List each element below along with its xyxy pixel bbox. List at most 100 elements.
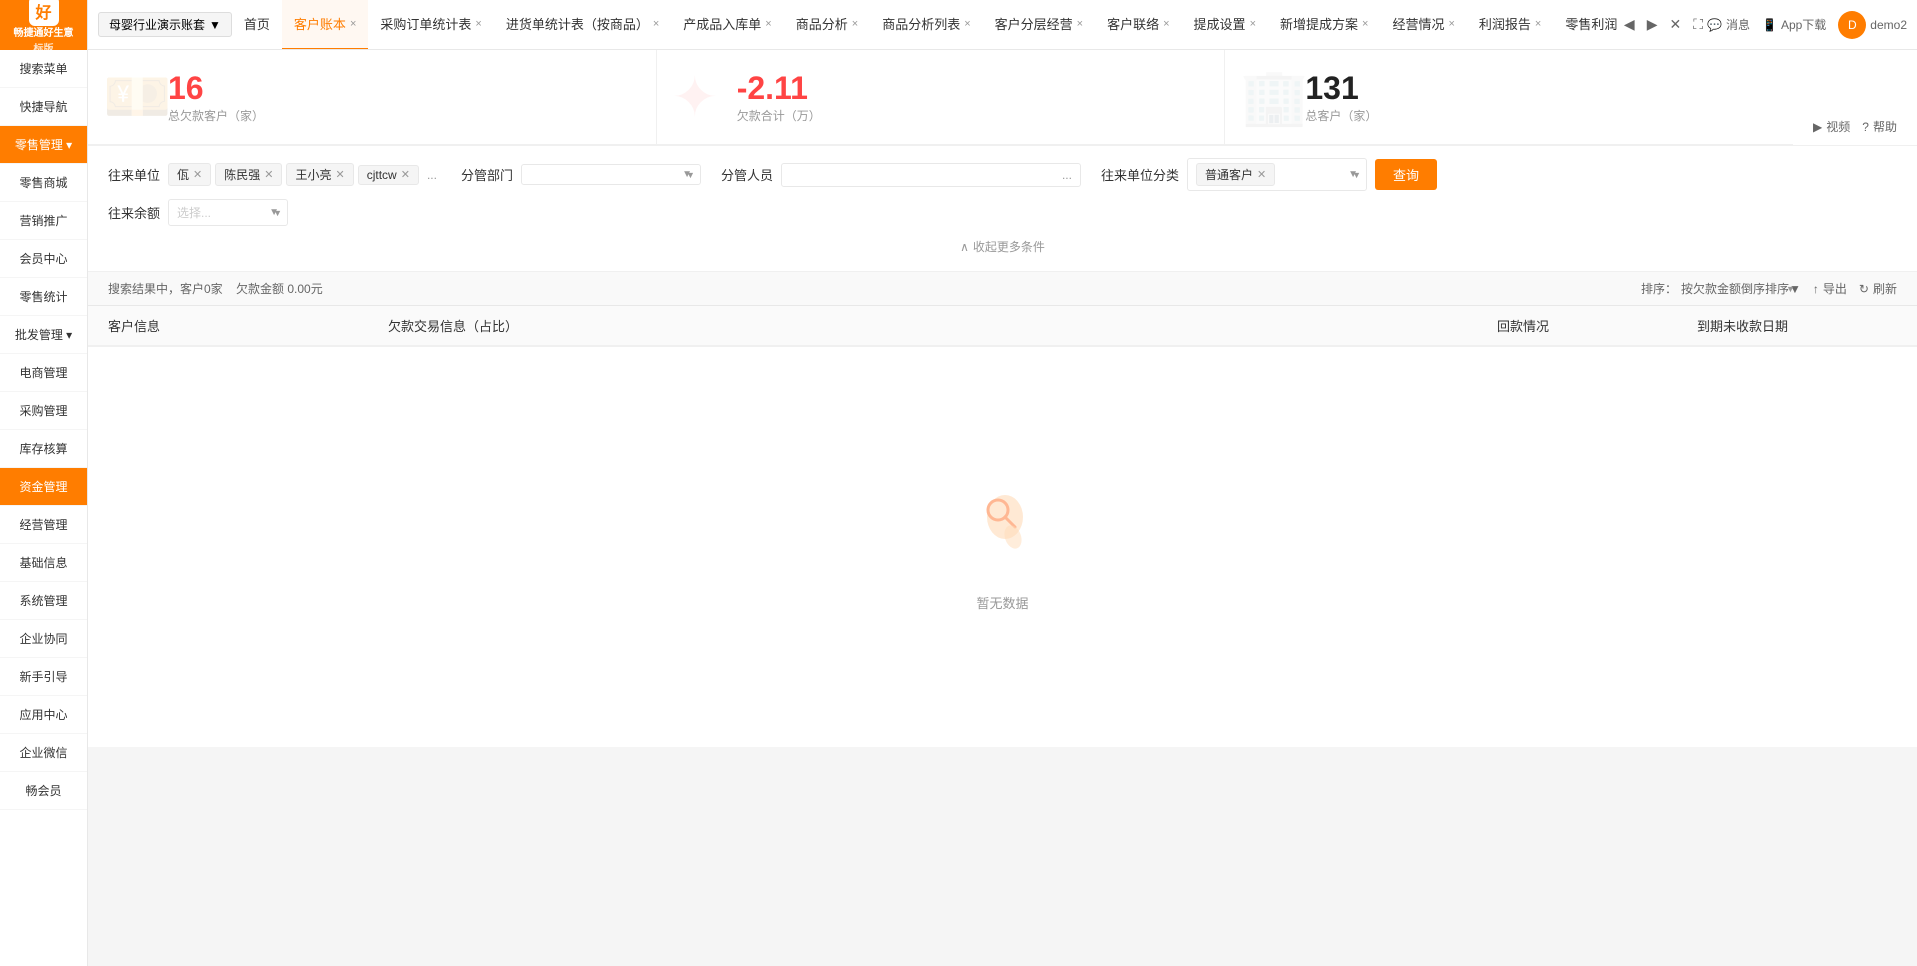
nav-tab-11[interactable]: 经营情况×	[1380, 0, 1466, 50]
sidebar-item-19[interactable]: 畅会员	[0, 772, 87, 810]
sidebar-item-4[interactable]: 营销推广	[0, 202, 87, 240]
nav-tab-3[interactable]: 进货单统计表（按商品）×	[494, 0, 671, 50]
logo-icon: 好	[29, 0, 59, 26]
nav-tab-close-4[interactable]: ×	[765, 18, 771, 30]
filter-tag-wa[interactable]: 佤 ✕	[168, 163, 211, 186]
sort-select[interactable]: 按欠款金额倒序排序 ▼	[1681, 280, 1801, 297]
sidebar-item-18[interactable]: 企业微信	[0, 734, 87, 772]
nav-tab-close-7[interactable]: ×	[1077, 18, 1083, 30]
export-button[interactable]: ↑ 导出	[1813, 280, 1847, 297]
help-icon: ?	[1862, 120, 1869, 134]
nav-tab-12[interactable]: 利润报告×	[1467, 0, 1553, 50]
nav-tab-close-2[interactable]: ×	[475, 18, 481, 30]
nav-tab-label-13: 零售利润（	[1565, 14, 1620, 33]
sidebar-item-1[interactable]: 快捷导航	[0, 88, 87, 126]
nav-tab-9[interactable]: 提成设置 ×	[1182, 0, 1268, 50]
sidebar-item-6[interactable]: 零售统计	[0, 278, 87, 316]
stat-bg-icon-3: 🏢	[1240, 65, 1308, 130]
nav-tab-label-1: 客户账本	[294, 14, 346, 33]
sidebar-item-12[interactable]: 经营管理	[0, 506, 87, 544]
app-download-label: App下载	[1781, 16, 1826, 33]
query-button[interactable]: 查询	[1375, 159, 1437, 190]
refresh-button[interactable]: ↻ 刷新	[1859, 280, 1897, 297]
nav-tab-8[interactable]: 客户联络×	[1095, 0, 1181, 50]
nav-tab-close-8[interactable]: ×	[1163, 18, 1169, 30]
sidebar-item-10[interactable]: 库存核算	[0, 430, 87, 468]
message-label: 消息	[1726, 16, 1750, 33]
stat-card-customers: 💴 16 总欠款客户（家）	[88, 50, 657, 144]
person-filter-input[interactable]: ...	[781, 163, 1081, 187]
sidebar-item-15[interactable]: 企业协同	[0, 620, 87, 658]
nav-tab-2[interactable]: 采购订单统计表 ×	[368, 0, 493, 50]
filter-tag-wa-remove[interactable]: ✕	[193, 168, 202, 181]
nav-tab-label-9: 提成设置	[1194, 14, 1246, 33]
sidebar-item-7[interactable]: 批发管理 ▾	[0, 316, 87, 354]
collapse-button[interactable]: ∧ 收起更多条件	[960, 234, 1045, 259]
sidebar-item-8[interactable]: 电商管理	[0, 354, 87, 392]
nav-tab-5[interactable]: 商品分析×	[784, 0, 870, 50]
nav-tab-label-2: 采购订单统计表	[380, 14, 471, 33]
filter-row-2: 往来余额 选择... ▼	[108, 199, 1897, 226]
sidebar-item-3[interactable]: 零售商城	[0, 164, 87, 202]
nav-tab-close-11[interactable]: ×	[1448, 18, 1454, 30]
unit-class-tag-label: 普通客户	[1205, 166, 1253, 183]
user-menu[interactable]: D demo2	[1838, 11, 1907, 39]
help-label: 帮助	[1873, 118, 1897, 135]
filter-more-btn[interactable]: ...	[423, 166, 441, 184]
sidebar-item-13[interactable]: 基础信息	[0, 544, 87, 582]
nav-tab-0[interactable]: 首页	[232, 0, 282, 50]
stats-actions: ▶ 视频 ? 帮助	[1793, 50, 1917, 145]
dept-select-wrap[interactable]: ▼	[521, 164, 701, 185]
col-debt-info: 欠款交易信息（占比）	[388, 316, 1497, 335]
nav-tab-10[interactable]: 新增提成方案×	[1268, 0, 1380, 50]
filter-tag-cjttcw-remove[interactable]: ✕	[401, 168, 410, 181]
nav-tab-close-3[interactable]: ×	[653, 18, 659, 30]
person-dots[interactable]: ...	[1062, 168, 1072, 182]
sidebar-item-2[interactable]: 零售管理 ▾	[0, 126, 87, 164]
filter-tag-wang-label: 王小亮	[295, 166, 331, 183]
app-download-button[interactable]: 📱 App下载	[1762, 16, 1826, 33]
nav-tab-close-6[interactable]: ×	[964, 18, 970, 30]
balance-select-wrap[interactable]: 选择... ▼	[168, 199, 288, 226]
message-button[interactable]: 💬 消息	[1707, 16, 1750, 33]
filter-tag-chen[interactable]: 陈民强 ✕	[215, 163, 282, 186]
dropdown-arrow-icon: ▼	[209, 18, 221, 32]
unit-class-tag[interactable]: 普通客户 ✕	[1196, 163, 1275, 186]
results-amount: 欠款金额 0.00元	[236, 282, 323, 296]
nav-tab-close-5[interactable]: ×	[852, 18, 858, 30]
sidebar-item-11[interactable]: 资金管理	[0, 468, 87, 506]
video-button[interactable]: ▶ 视频	[1813, 118, 1850, 135]
sidebar-item-16[interactable]: 新手引导	[0, 658, 87, 696]
nav-maximize[interactable]: ⛶	[1689, 14, 1707, 35]
nav-close-all[interactable]: ✕	[1665, 14, 1685, 35]
sidebar-item-17[interactable]: 应用中心	[0, 696, 87, 734]
nav-tab-7[interactable]: 客户分层经营×	[983, 0, 1095, 50]
nav-prev-arrow[interactable]: ◀	[1620, 14, 1639, 35]
nav-tab-close-9[interactable]: ×	[1250, 18, 1256, 30]
sidebar-item-0[interactable]: 搜索菜单	[0, 50, 87, 88]
filter-tag-wang-remove[interactable]: ✕	[336, 168, 345, 181]
nav-tab-close-12[interactable]: ×	[1535, 18, 1541, 30]
filter-tag-chen-remove[interactable]: ✕	[264, 168, 273, 181]
sidebar-item-5[interactable]: 会员中心	[0, 240, 87, 278]
unit-class-tag-remove[interactable]: ✕	[1257, 168, 1266, 181]
nav-tab-close-1[interactable]: ×	[350, 18, 356, 30]
video-label: 视频	[1826, 118, 1850, 135]
sort-option: 按欠款金额倒序排序	[1681, 280, 1789, 297]
dept-down-arrow-icon: ▼	[682, 169, 692, 180]
help-button[interactable]: ? 帮助	[1862, 118, 1897, 135]
filter-tag-cjttcw[interactable]: cjttcw ✕	[358, 165, 419, 185]
nav-tab-1[interactable]: 客户账本 ×	[282, 0, 368, 50]
stats-cards: 💴 16 总欠款客户（家） ✦ -2.11 欠款合计（万） 🏢	[88, 50, 1793, 145]
nav-next-arrow[interactable]: ▶	[1643, 14, 1662, 35]
nav-tab-6[interactable]: 商品分析列表×	[870, 0, 982, 50]
top-navigation: 母婴行业演示账套 ▼ 首页客户账本×采购订单统计表×进货单统计表（按商品）×产成…	[88, 0, 1917, 50]
nav-tab-13[interactable]: 零售利润（×	[1553, 0, 1620, 50]
nav-tab-close-10[interactable]: ×	[1362, 18, 1368, 30]
filter-tag-wang[interactable]: 王小亮 ✕	[286, 163, 353, 186]
unit-class-select-wrap[interactable]: 普通客户 ✕ ▼	[1187, 158, 1367, 191]
account-dropdown[interactable]: 母婴行业演示账套 ▼	[98, 12, 232, 37]
sidebar-item-9[interactable]: 采购管理	[0, 392, 87, 430]
sidebar-item-14[interactable]: 系统管理	[0, 582, 87, 620]
nav-tab-4[interactable]: 产成品入库单×	[671, 0, 783, 50]
